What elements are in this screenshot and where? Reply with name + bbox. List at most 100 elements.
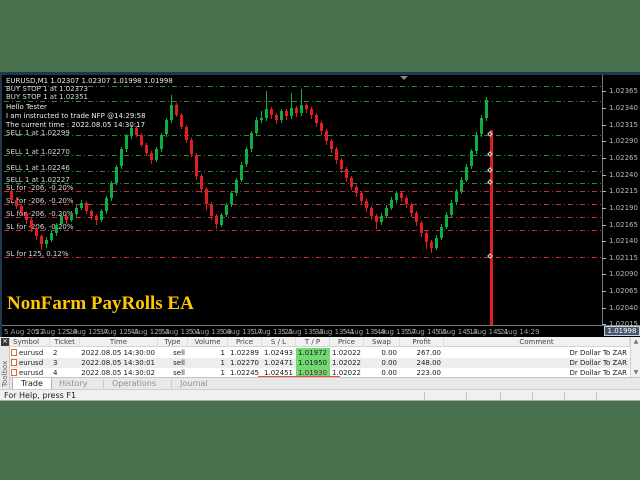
price-axis-tick	[602, 207, 606, 209]
sell-order-line[interactable]	[4, 154, 602, 156]
candle	[340, 159, 343, 170]
cell-tp: 1.01950	[296, 358, 330, 368]
candle	[215, 215, 218, 225]
column-header[interactable]: Time	[80, 337, 158, 347]
table-row[interactable]: eurusd 2 2022.08.05 14:30:00 sell 1 1.02289 1.…	[10, 348, 630, 358]
cell-sl: 1.02471	[264, 359, 293, 367]
application-window: EURUSD,M1 1.02307 1.02307 1.01998 1.0199…	[0, 0, 640, 480]
candle	[475, 134, 478, 152]
candle	[280, 111, 283, 120]
cell-price2: 1.02022	[332, 349, 361, 357]
chart-plot-area[interactable]: EURUSD,M1 1.02307 1.02307 1.01998 1.0199…	[0, 75, 640, 337]
table-row[interactable]: eurusd 3 2022.08.05 14:30:01 sell 1 1.02270 1.…	[10, 358, 630, 368]
cell-ticket: 3	[53, 359, 58, 367]
sl-order-line[interactable]	[4, 217, 602, 219]
close-icon[interactable]: ×	[1, 338, 9, 346]
sell-order-line[interactable]	[4, 183, 602, 185]
ea-watermark: NonFarm PayRolls EA	[7, 293, 194, 314]
candle	[205, 189, 208, 204]
candle	[370, 207, 373, 216]
sl-order-line[interactable]	[4, 257, 602, 259]
buy-order-line[interactable]	[4, 100, 602, 102]
cell-comment: Dr Dollar To ZAR	[569, 359, 628, 367]
candle	[470, 151, 473, 167]
column-header[interactable]: T / P	[296, 337, 330, 347]
price-axis-tick	[602, 257, 606, 259]
candle	[100, 211, 103, 220]
column-header[interactable]: Type	[158, 337, 188, 347]
candle	[445, 214, 448, 227]
candle	[165, 119, 168, 135]
column-header[interactable]: Ticket	[50, 337, 80, 347]
column-header[interactable]: Symbol	[10, 337, 50, 347]
candle	[410, 204, 413, 214]
candle	[320, 122, 323, 132]
candle	[385, 207, 388, 216]
cell-profit: 248.00	[416, 359, 442, 367]
price-axis-tick	[602, 191, 606, 193]
order-line-label: SELL 1 at 1.02270	[6, 147, 70, 156]
column-header[interactable]: Comment	[444, 337, 630, 347]
candle	[350, 177, 353, 187]
candle	[50, 233, 53, 240]
cell-sl: 1.02493	[264, 349, 293, 357]
cell-price: 1.02270	[230, 359, 259, 367]
order-line-label: SELL 1 at 1.02299	[6, 128, 70, 137]
candle	[275, 114, 278, 120]
position-type-icon	[11, 369, 17, 376]
price-axis-label: 1.02365	[609, 87, 638, 96]
table-scrollbar[interactable]: ▲ ▼	[630, 337, 640, 377]
sl-order-line[interactable]	[4, 229, 602, 231]
candle	[180, 114, 183, 127]
current-price-badge: 1.01998	[604, 326, 640, 336]
sl-order-line[interactable]	[4, 191, 602, 193]
candle	[150, 153, 153, 160]
cell-profit: 267.00	[416, 349, 442, 357]
candle	[395, 193, 398, 200]
order-line-label: SELL 1 at 1.02246	[6, 163, 70, 172]
candle	[465, 166, 468, 180]
cell-swap: 0.00	[381, 359, 397, 367]
candle	[120, 149, 123, 167]
candle	[10, 191, 13, 200]
scroll-down-icon[interactable]: ▼	[631, 368, 640, 377]
status-bar-separator	[532, 392, 533, 400]
column-header[interactable]: Price	[228, 337, 262, 347]
sl-order-line[interactable]	[4, 203, 602, 205]
candle	[210, 203, 213, 216]
candle	[425, 233, 428, 243]
candle	[245, 149, 248, 165]
sell-order-line[interactable]	[4, 135, 602, 137]
price-axis-tick	[602, 157, 606, 159]
candle	[160, 134, 163, 150]
column-header[interactable]: Volume	[188, 337, 228, 347]
price-axis-label: 1.02090	[609, 270, 638, 279]
candle	[60, 215, 63, 225]
column-header[interactable]: Price	[330, 337, 364, 347]
column-header[interactable]: S / L	[262, 337, 296, 347]
candle	[250, 133, 253, 150]
buy-order-line[interactable]	[4, 86, 602, 87]
price-axis-label: 1.02065	[609, 287, 638, 295]
candle	[485, 100, 488, 118]
candle	[35, 227, 38, 236]
order-line-label: SL for -206, -0.20%	[6, 184, 74, 193]
price-axis-tick	[602, 124, 606, 126]
candle	[200, 175, 203, 190]
candle	[45, 239, 48, 245]
candle	[255, 119, 258, 134]
candle	[330, 141, 333, 150]
price-axis-label: 1.02165	[609, 220, 638, 229]
column-header[interactable]: Profit	[400, 337, 444, 347]
status-bar-separator	[424, 392, 425, 400]
order-line-label: SL for -206, -0.20%	[6, 210, 74, 219]
cell-time: 2022.08.05 14:30:01	[81, 359, 155, 367]
cell-price2: 1.02022	[332, 359, 361, 367]
scroll-up-icon[interactable]: ▲	[631, 337, 640, 346]
order-line-label: SL for 125, 0.12%	[6, 250, 69, 259]
column-header[interactable]: Swap	[364, 337, 400, 347]
candle	[115, 166, 118, 183]
chart-shift-marker-icon	[400, 76, 408, 80]
sell-order-line[interactable]	[4, 170, 602, 172]
cell-symbol: eurusd	[10, 358, 50, 368]
